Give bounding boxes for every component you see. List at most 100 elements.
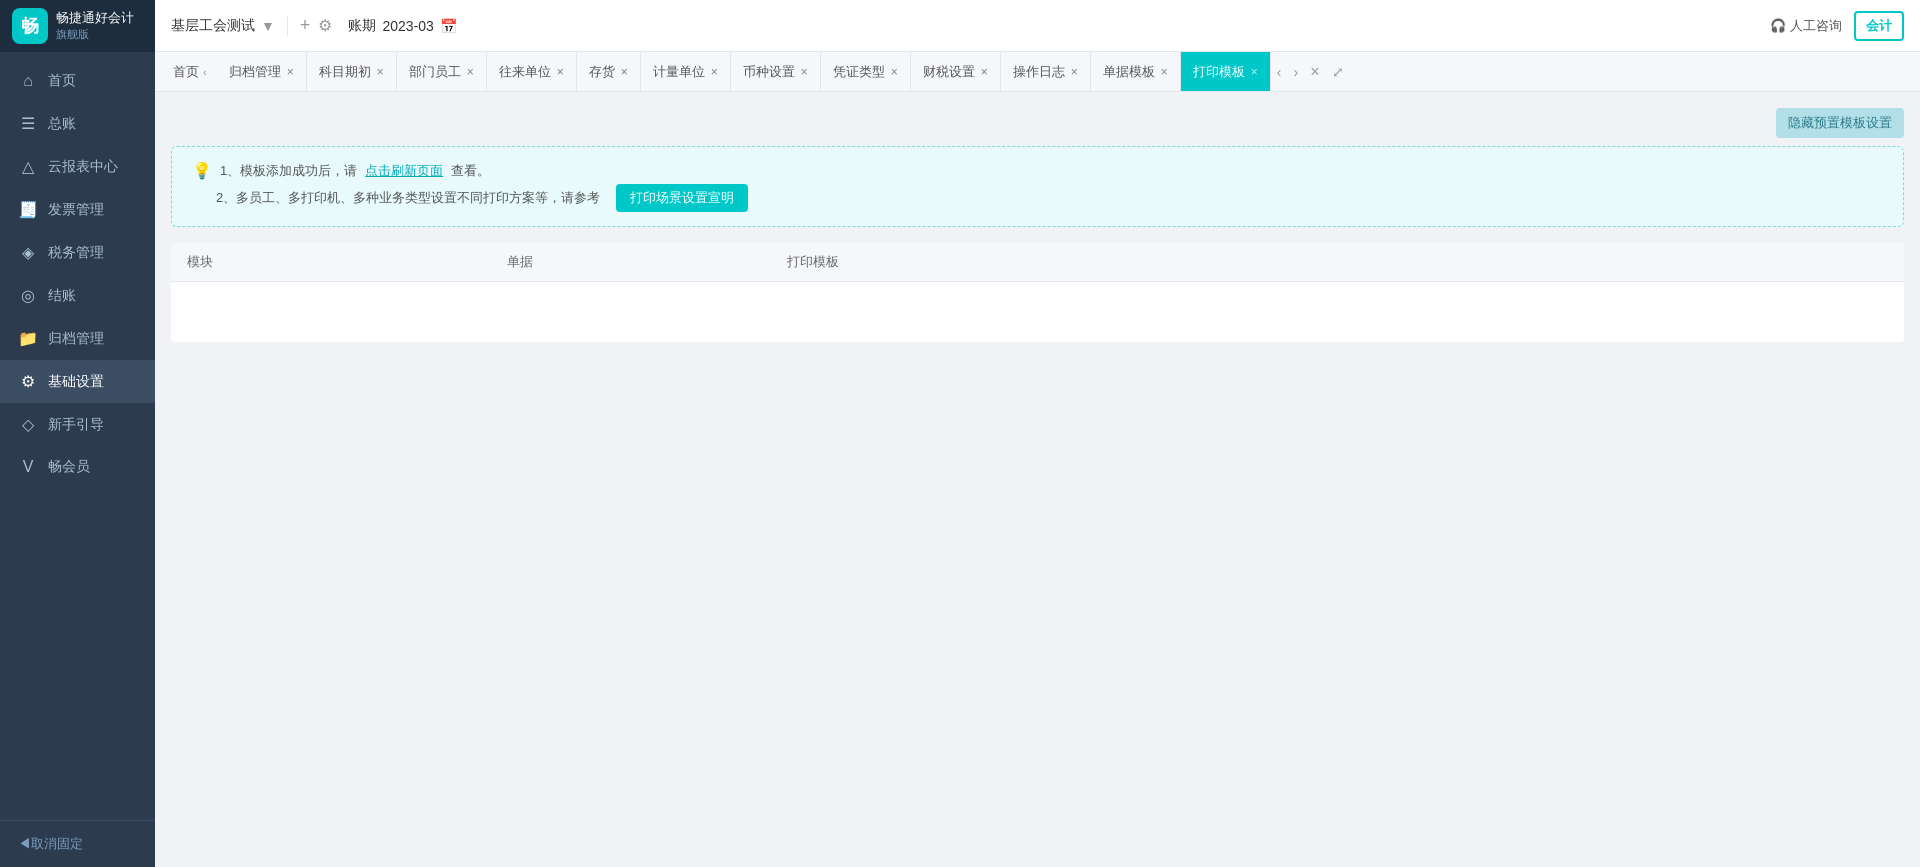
- print-scene-button[interactable]: 打印场景设置宣明: [616, 184, 748, 212]
- topbar-settings-icon[interactable]: ⚙: [318, 16, 332, 35]
- tab-close-icon[interactable]: ×: [711, 65, 718, 79]
- tab-label: 归档管理: [229, 63, 281, 81]
- tab-next-button[interactable]: ›: [1288, 52, 1305, 92]
- tab-label: 凭证类型: [833, 63, 885, 81]
- col-slip: 单据: [507, 253, 787, 271]
- tab-label: 财税设置: [923, 63, 975, 81]
- table-header: 模块 单据 打印模板: [171, 243, 1904, 282]
- tab-slip[interactable]: 单据模板 ×: [1091, 52, 1181, 92]
- topbar: 基层工会测试 ▼ + ⚙ 账期 2023-03 📅 🎧 人工咨询 会计: [155, 0, 1920, 52]
- tab-oplog[interactable]: 操作日志 ×: [1001, 52, 1091, 92]
- tab-close-icon[interactable]: ×: [1251, 65, 1258, 79]
- home-icon: ⌂: [18, 72, 38, 90]
- sidebar-item-label: 税务管理: [48, 244, 104, 262]
- tab-label: 操作日志: [1013, 63, 1065, 81]
- settle-icon: ◎: [18, 286, 38, 305]
- company-dropdown-icon: ▼: [261, 18, 275, 34]
- period-value: 2023-03: [382, 18, 433, 34]
- tab-close-icon[interactable]: ×: [891, 65, 898, 79]
- period-label: 账期: [348, 17, 376, 35]
- template-header: 隐藏预置模板设置: [171, 108, 1904, 138]
- sidebar-item-archive[interactable]: 📁 归档管理: [0, 317, 155, 360]
- sidebar-nav: ⌂ 首页 ☰ 总账 △ 云报表中心 🧾 发票管理 ◈ 税务管理 ◎ 结账 📁 归…: [0, 52, 155, 820]
- close-all-tabs-button[interactable]: ×: [1304, 52, 1325, 92]
- sidebar-item-label: 新手引导: [48, 416, 104, 434]
- tab-close-icon[interactable]: ×: [1161, 65, 1168, 79]
- sidebar-item-label: 云报表中心: [48, 158, 118, 176]
- sidebar-item-label: 归档管理: [48, 330, 104, 348]
- sidebar-item-label: 畅会员: [48, 458, 90, 476]
- info-text-2: 2、多员工、多打印机、多种业务类型设置不同打印方案等，请参考: [216, 189, 600, 207]
- col-template: 打印模板: [787, 253, 1888, 271]
- sidebar-item-tax[interactable]: ◈ 税务管理: [0, 231, 155, 274]
- tab-close-icon[interactable]: ×: [557, 65, 564, 79]
- ledger-icon: ☰: [18, 114, 38, 133]
- sidebar-item-settle[interactable]: ◎ 结账: [0, 274, 155, 317]
- app-title: 畅捷通好会计: [56, 10, 134, 27]
- app-sub: 旗舰版: [56, 27, 134, 42]
- print-template-table: 模块 单据 打印模板: [171, 243, 1904, 342]
- tax-icon: ◈: [18, 243, 38, 262]
- tab-subject[interactable]: 科目期初 ×: [307, 52, 397, 92]
- tab-close-icon[interactable]: ×: [621, 65, 628, 79]
- invoice-icon: 🧾: [18, 200, 38, 219]
- tabbar: 首页 ‹ 归档管理 × 科目期初 × 部门员工 × 往来单位 × 存货 × 计量…: [155, 52, 1920, 92]
- refresh-link[interactable]: 点击刷新页面: [365, 162, 443, 180]
- sidebar-item-settings[interactable]: ⚙ 基础设置: [0, 360, 155, 403]
- tab-home[interactable]: 首页 ‹: [163, 52, 217, 92]
- tab-print[interactable]: 打印模板 ×: [1181, 52, 1271, 92]
- period-selector[interactable]: 账期 2023-03 📅: [348, 17, 456, 35]
- logo-icon: 畅: [12, 8, 48, 44]
- company-selector[interactable]: 基层工会测试 ▼: [171, 17, 275, 35]
- hide-template-settings-button[interactable]: 隐藏预置模板设置: [1776, 108, 1904, 138]
- tab-stock[interactable]: 存货 ×: [577, 52, 641, 92]
- sidebar-item-label: 结账: [48, 287, 76, 305]
- sidebar-item-label: 总账: [48, 115, 76, 133]
- sidebar-item-reports[interactable]: △ 云报表中心: [0, 145, 155, 188]
- tab-close-icon[interactable]: ×: [467, 65, 474, 79]
- company-name: 基层工会测试: [171, 17, 255, 35]
- tab-taxsettings[interactable]: 财税设置 ×: [911, 52, 1001, 92]
- calendar-icon: 📅: [440, 18, 457, 34]
- tab-close-icon[interactable]: ×: [1071, 65, 1078, 79]
- sidebar-item-label: 基础设置: [48, 373, 104, 391]
- tab-unit[interactable]: 计量单位 ×: [641, 52, 731, 92]
- tab-label: 单据模板: [1103, 63, 1155, 81]
- lightbulb-icon: 💡: [192, 161, 212, 180]
- tab-close-icon[interactable]: ×: [801, 65, 808, 79]
- tab-close-icon[interactable]: ×: [377, 65, 384, 79]
- tab-expand-button[interactable]: ⤢: [1326, 52, 1350, 92]
- tab-label: 币种设置: [743, 63, 795, 81]
- guide-icon: ◇: [18, 415, 38, 434]
- tab-voucher[interactable]: 凭证类型 ×: [821, 52, 911, 92]
- tab-archive[interactable]: 归档管理 ×: [217, 52, 307, 92]
- sidebar-item-label: 首页: [48, 72, 76, 90]
- service-button[interactable]: 🎧 人工咨询: [1770, 17, 1842, 35]
- info-row-2: 2、多员工、多打印机、多种业务类型设置不同打印方案等，请参考 打印场景设置宣明: [192, 184, 1883, 212]
- sidebar-item-home[interactable]: ⌂ 首页: [0, 60, 155, 102]
- tab-close-icon[interactable]: ×: [287, 65, 294, 79]
- sidebar-item-member[interactable]: V 畅会员: [0, 446, 155, 488]
- tab-label: 存货: [589, 63, 615, 81]
- tab-prev-button[interactable]: ‹: [1271, 52, 1288, 92]
- sidebar-item-guide[interactable]: ◇ 新手引导: [0, 403, 155, 446]
- sidebar-item-label: 发票管理: [48, 201, 104, 219]
- tab-contact[interactable]: 往来单位 ×: [487, 52, 577, 92]
- tab-label: 科目期初: [319, 63, 371, 81]
- tab-label: 计量单位: [653, 63, 705, 81]
- tab-currency[interactable]: 币种设置 ×: [731, 52, 821, 92]
- tab-dept[interactable]: 部门员工 ×: [397, 52, 487, 92]
- add-tab-button[interactable]: +: [300, 15, 311, 36]
- tab-close-icon[interactable]: ×: [981, 65, 988, 79]
- reports-icon: △: [18, 157, 38, 176]
- kuaiji-button[interactable]: 会计: [1854, 11, 1904, 41]
- tab-home-label: 首页: [173, 63, 199, 81]
- member-icon: V: [18, 458, 38, 476]
- main-content: 隐藏预置模板设置 💡 1、模板添加成功后，请 点击刷新页面 查看。 2、多员工、…: [155, 92, 1920, 867]
- service-label: 人工咨询: [1790, 17, 1842, 35]
- sidebar-item-invoice[interactable]: 🧾 发票管理: [0, 188, 155, 231]
- col-module: 模块: [187, 253, 507, 271]
- sidebar-item-ledger[interactable]: ☰ 总账: [0, 102, 155, 145]
- unpin-button[interactable]: ◀取消固定: [0, 820, 155, 867]
- tab-label: 部门员工: [409, 63, 461, 81]
